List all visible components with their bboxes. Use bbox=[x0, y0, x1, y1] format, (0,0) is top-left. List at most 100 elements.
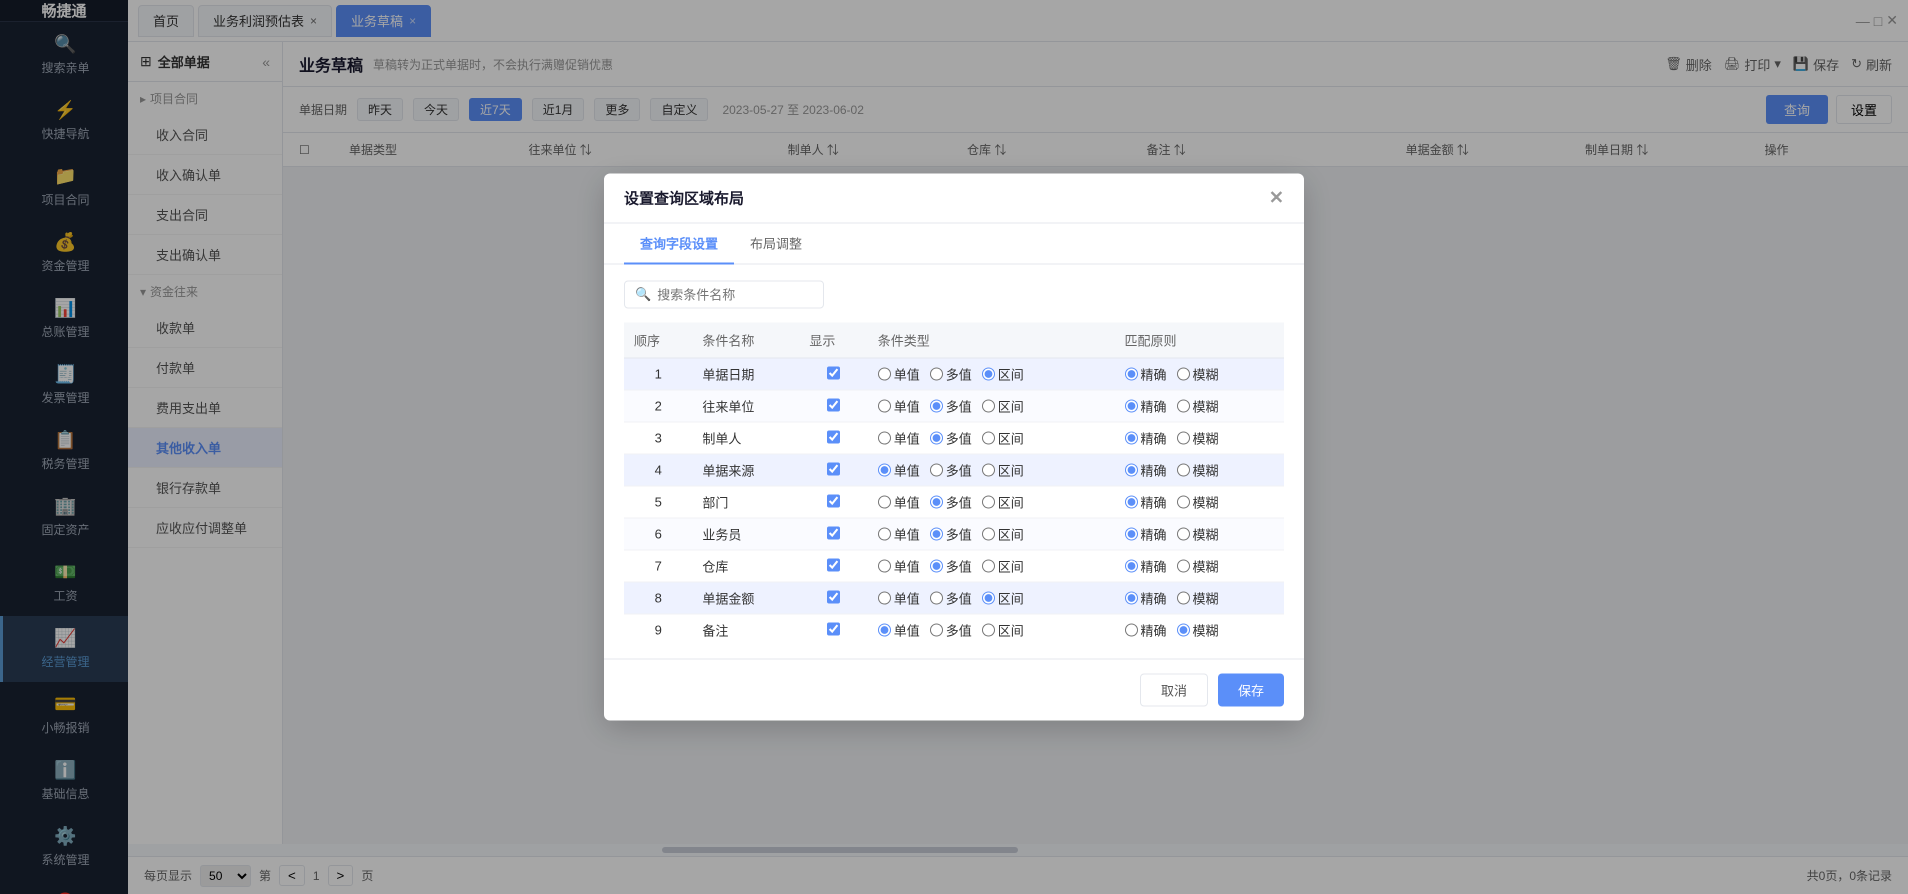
type-radio-多值[interactable]: 多值 bbox=[930, 557, 972, 576]
match-radio-精确[interactable]: 精确 bbox=[1125, 461, 1167, 480]
search-icon: 🔍 bbox=[635, 287, 651, 303]
row-match-rule[interactable]: 精确模糊 bbox=[1115, 454, 1284, 486]
row-order: 6 bbox=[624, 518, 692, 550]
row-display[interactable] bbox=[799, 454, 867, 486]
row-match-rule[interactable]: 精确模糊 bbox=[1115, 358, 1284, 390]
match-radio-模糊[interactable]: 模糊 bbox=[1177, 461, 1219, 480]
dialog-tab-layout[interactable]: 布局调整 bbox=[734, 224, 818, 265]
match-radio-模糊[interactable]: 模糊 bbox=[1177, 525, 1219, 544]
type-radio-多值[interactable]: 多值 bbox=[930, 461, 972, 480]
match-radio-精确[interactable]: 精确 bbox=[1125, 397, 1167, 416]
display-checkbox[interactable] bbox=[827, 366, 840, 379]
display-checkbox[interactable] bbox=[827, 526, 840, 539]
type-radio-单值[interactable]: 单值 bbox=[878, 621, 920, 640]
match-radio-精确[interactable]: 精确 bbox=[1125, 493, 1167, 512]
row-condition-type[interactable]: 单值多值区间 bbox=[868, 550, 1115, 582]
type-radio-区间[interactable]: 区间 bbox=[982, 589, 1024, 608]
condition-search-input[interactable] bbox=[657, 287, 807, 302]
config-table-scroll[interactable]: 顺序 条件名称 显示 条件类型 匹配原则 1单据日期单值多值区间精确模糊2往来单… bbox=[624, 323, 1284, 643]
type-radio-单值[interactable]: 单值 bbox=[878, 365, 920, 384]
type-radio-多值[interactable]: 多值 bbox=[930, 397, 972, 416]
type-radio-区间[interactable]: 区间 bbox=[982, 493, 1024, 512]
display-checkbox[interactable] bbox=[827, 622, 840, 635]
type-radio-区间[interactable]: 区间 bbox=[982, 525, 1024, 544]
row-condition-type[interactable]: 单值多值区间 bbox=[868, 358, 1115, 390]
cancel-button[interactable]: 取消 bbox=[1140, 674, 1208, 707]
condition-search-box[interactable]: 🔍 bbox=[624, 281, 824, 309]
display-checkbox[interactable] bbox=[827, 494, 840, 507]
row-condition-type[interactable]: 单值多值区间 bbox=[868, 582, 1115, 614]
table-row: 4单据来源单值多值区间精确模糊 bbox=[624, 454, 1284, 486]
match-radio-模糊[interactable]: 模糊 bbox=[1177, 493, 1219, 512]
row-display[interactable] bbox=[799, 582, 867, 614]
type-radio-多值[interactable]: 多值 bbox=[930, 525, 972, 544]
row-condition-type[interactable]: 单值多值区间 bbox=[868, 422, 1115, 454]
table-row: 1单据日期单值多值区间精确模糊 bbox=[624, 358, 1284, 390]
dialog-header: 设置查询区域布局 ✕ bbox=[604, 174, 1304, 224]
row-display[interactable] bbox=[799, 518, 867, 550]
type-radio-区间[interactable]: 区间 bbox=[982, 429, 1024, 448]
type-radio-区间[interactable]: 区间 bbox=[982, 365, 1024, 384]
row-condition-name: 部门 bbox=[692, 486, 799, 518]
match-radio-模糊[interactable]: 模糊 bbox=[1177, 365, 1219, 384]
match-radio-模糊[interactable]: 模糊 bbox=[1177, 621, 1219, 640]
row-condition-type[interactable]: 单值多值区间 bbox=[868, 454, 1115, 486]
row-display[interactable] bbox=[799, 550, 867, 582]
type-radio-单值[interactable]: 单值 bbox=[878, 429, 920, 448]
row-display[interactable] bbox=[799, 486, 867, 518]
dialog-tab-fields[interactable]: 查询字段设置 bbox=[624, 224, 734, 265]
row-display[interactable] bbox=[799, 614, 867, 643]
type-radio-区间[interactable]: 区间 bbox=[982, 397, 1024, 416]
type-radio-多值[interactable]: 多值 bbox=[930, 365, 972, 384]
type-radio-多值[interactable]: 多值 bbox=[930, 493, 972, 512]
display-checkbox[interactable] bbox=[827, 398, 840, 411]
match-radio-精确[interactable]: 精确 bbox=[1125, 365, 1167, 384]
type-radio-多值[interactable]: 多值 bbox=[930, 589, 972, 608]
type-radio-单值[interactable]: 单值 bbox=[878, 397, 920, 416]
type-radio-单值[interactable]: 单值 bbox=[878, 589, 920, 608]
row-match-rule[interactable]: 精确模糊 bbox=[1115, 422, 1284, 454]
row-match-rule[interactable]: 精确模糊 bbox=[1115, 550, 1284, 582]
type-radio-单值[interactable]: 单值 bbox=[878, 525, 920, 544]
dialog-close-btn[interactable]: ✕ bbox=[1269, 188, 1284, 209]
match-radio-精确[interactable]: 精确 bbox=[1125, 557, 1167, 576]
match-radio-模糊[interactable]: 模糊 bbox=[1177, 557, 1219, 576]
row-condition-name: 单据金额 bbox=[692, 582, 799, 614]
type-radio-区间[interactable]: 区间 bbox=[982, 461, 1024, 480]
col-display: 显示 bbox=[799, 323, 867, 359]
row-match-rule[interactable]: 精确模糊 bbox=[1115, 390, 1284, 422]
row-order: 8 bbox=[624, 582, 692, 614]
row-display[interactable] bbox=[799, 422, 867, 454]
display-checkbox[interactable] bbox=[827, 558, 840, 571]
table-row: 8单据金额单值多值区间精确模糊 bbox=[624, 582, 1284, 614]
display-checkbox[interactable] bbox=[827, 590, 840, 603]
row-condition-type[interactable]: 单值多值区间 bbox=[868, 518, 1115, 550]
save-button[interactable]: 保存 bbox=[1218, 674, 1284, 707]
row-match-rule[interactable]: 精确模糊 bbox=[1115, 518, 1284, 550]
type-radio-单值[interactable]: 单值 bbox=[878, 493, 920, 512]
type-radio-多值[interactable]: 多值 bbox=[930, 429, 972, 448]
type-radio-区间[interactable]: 区间 bbox=[982, 621, 1024, 640]
match-radio-精确[interactable]: 精确 bbox=[1125, 525, 1167, 544]
tab-layout-label: 布局调整 bbox=[750, 237, 802, 252]
match-radio-模糊[interactable]: 模糊 bbox=[1177, 429, 1219, 448]
type-radio-区间[interactable]: 区间 bbox=[982, 557, 1024, 576]
match-radio-精确[interactable]: 精确 bbox=[1125, 621, 1167, 640]
match-radio-模糊[interactable]: 模糊 bbox=[1177, 589, 1219, 608]
row-condition-type[interactable]: 单值多值区间 bbox=[868, 614, 1115, 643]
row-match-rule[interactable]: 精确模糊 bbox=[1115, 582, 1284, 614]
type-radio-单值[interactable]: 单值 bbox=[878, 461, 920, 480]
row-match-rule[interactable]: 精确模糊 bbox=[1115, 486, 1284, 518]
row-display[interactable] bbox=[799, 390, 867, 422]
row-condition-type[interactable]: 单值多值区间 bbox=[868, 486, 1115, 518]
match-radio-模糊[interactable]: 模糊 bbox=[1177, 397, 1219, 416]
display-checkbox[interactable] bbox=[827, 462, 840, 475]
row-condition-type[interactable]: 单值多值区间 bbox=[868, 390, 1115, 422]
match-radio-精确[interactable]: 精确 bbox=[1125, 429, 1167, 448]
row-match-rule[interactable]: 精确模糊 bbox=[1115, 614, 1284, 643]
match-radio-精确[interactable]: 精确 bbox=[1125, 589, 1167, 608]
type-radio-多值[interactable]: 多值 bbox=[930, 621, 972, 640]
type-radio-单值[interactable]: 单值 bbox=[878, 557, 920, 576]
display-checkbox[interactable] bbox=[827, 430, 840, 443]
row-display[interactable] bbox=[799, 358, 867, 390]
